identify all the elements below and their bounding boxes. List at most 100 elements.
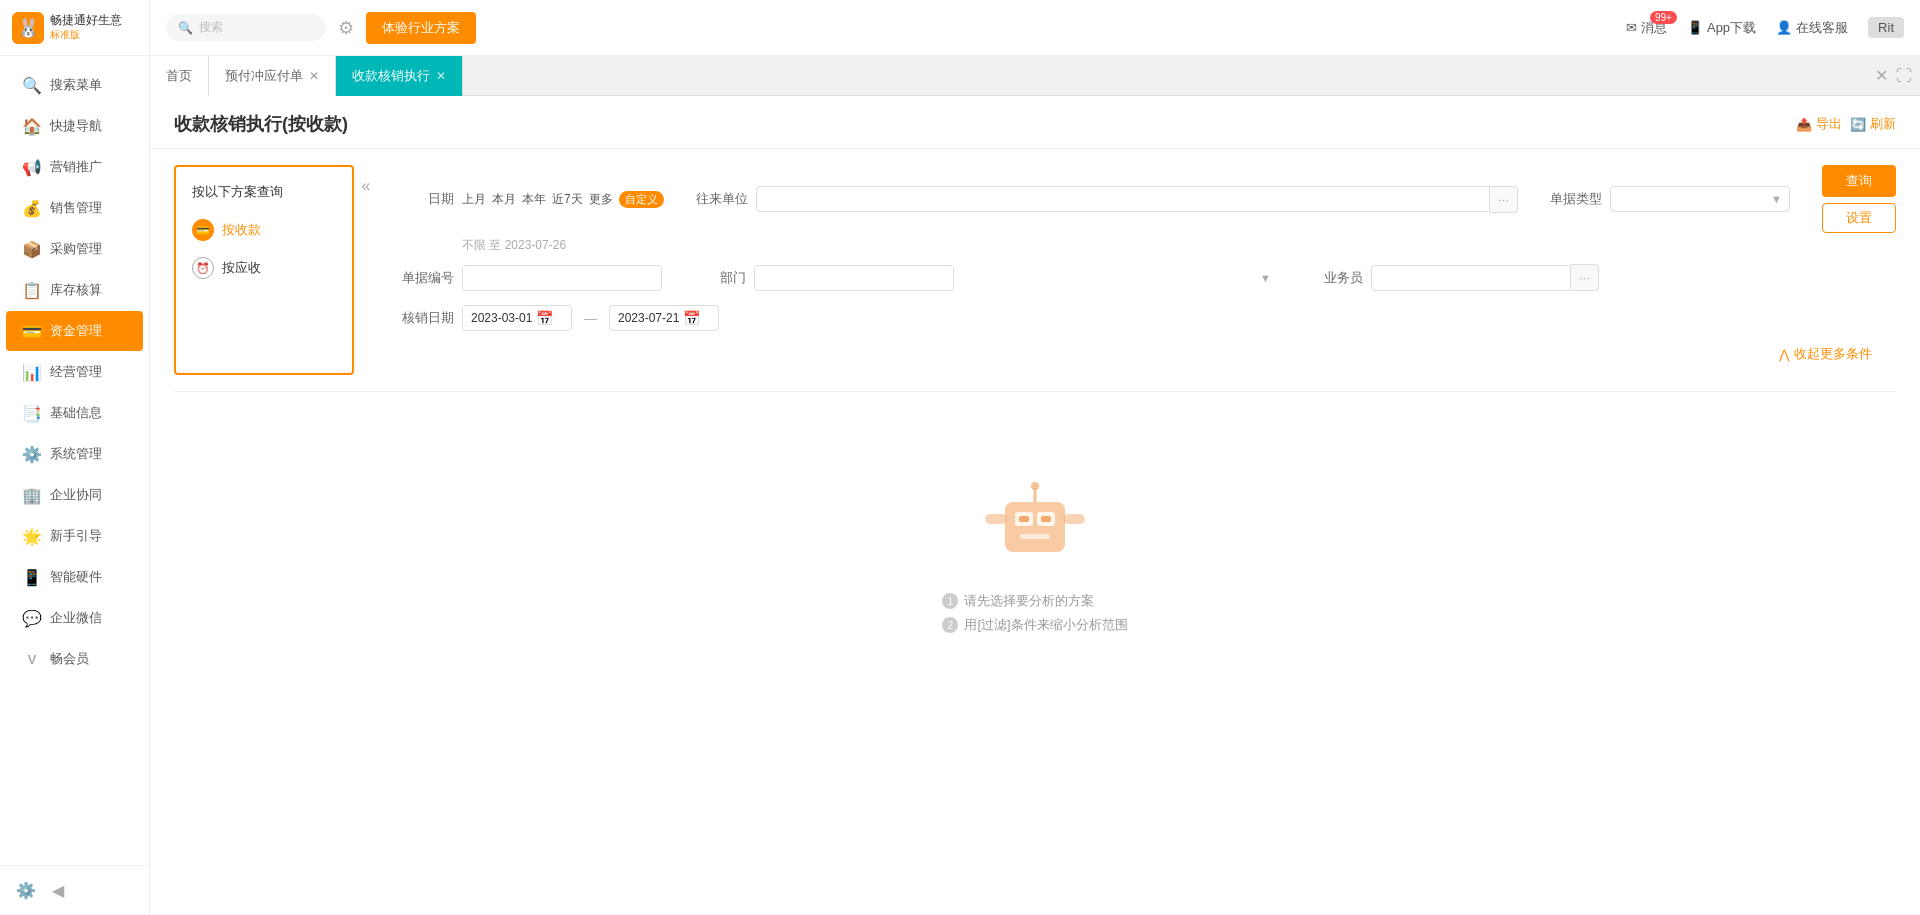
sidebar-item-marketing[interactable]: 📢 营销推广 <box>6 147 143 187</box>
collapse-more-section: ⋀ 收起更多条件 <box>394 345 1896 375</box>
guide-icon: 🌟 <box>22 526 42 546</box>
sidebar-item-system[interactable]: ⚙️ 系统管理 <box>6 434 143 474</box>
svg-rect-0 <box>1005 502 1065 552</box>
header-search-box[interactable]: 🔍 搜索 <box>166 14 326 41</box>
form-row-2: 单据编号 部门 ▼ <box>394 264 1896 291</box>
message-badge: 99+ <box>1650 11 1677 24</box>
date-link-more[interactable]: 更多 <box>589 191 613 208</box>
sidebar-item-inventory[interactable]: 📋 库存核算 <box>6 270 143 310</box>
query-option-by-receivable[interactable]: ⏰ 按应收 <box>176 249 352 287</box>
staff-input[interactable] <box>1371 265 1571 291</box>
user-avatar[interactable]: Rit <box>1868 17 1904 38</box>
online-service-btn[interactable]: 👤 在线客服 <box>1776 19 1848 37</box>
by-receivable-icon: ⏰ <box>192 257 214 279</box>
docno-label: 单据编号 <box>394 269 454 287</box>
collapse-sidebar-icon[interactable]: ◀ <box>52 881 64 900</box>
date-field: 日期 上月 本月 本年 近7天 更多 自定义 <box>394 190 664 208</box>
date-link-7days[interactable]: 近7天 <box>552 191 583 208</box>
collapse-icon: « <box>362 177 371 195</box>
refresh-icon: 🔄 <box>1850 117 1866 132</box>
partner-label: 往来单位 <box>688 190 748 208</box>
svg-rect-4 <box>1041 516 1051 522</box>
logo-name: 畅捷通好生意 <box>50 13 122 29</box>
member-icon: V <box>22 649 42 669</box>
verify-date-start[interactable]: 2023-03-01 📅 <box>462 305 572 331</box>
purchase-icon: 📦 <box>22 239 42 259</box>
tab-close-all-icon[interactable]: ✕ <box>1875 66 1888 85</box>
sidebar-item-member[interactable]: V 畅会员 <box>6 639 143 679</box>
app-download-btn[interactable]: 📱 App下载 <box>1687 19 1756 37</box>
date-link-last-month[interactable]: 上月 <box>462 191 486 208</box>
sidebar-item-guide[interactable]: 🌟 新手引导 <box>6 516 143 556</box>
sidebar-item-hardware[interactable]: 📱 智能硬件 <box>6 557 143 597</box>
query-btn[interactable]: 查询 <box>1822 165 1896 197</box>
sidebar-item-wechat[interactable]: 💬 企业微信 <box>6 598 143 638</box>
sidebar-item-enterprise[interactable]: 🏢 企业协同 <box>6 475 143 515</box>
dept-label: 部门 <box>686 269 746 287</box>
sidebar-item-basic-info[interactable]: 📑 基础信息 <box>6 393 143 433</box>
collapse-more-btn[interactable]: ⋀ 收起更多条件 <box>1779 345 1872 363</box>
export-icon: 📤 <box>1796 117 1812 132</box>
doctype-label: 单据类型 <box>1542 190 1602 208</box>
quick-nav-icon: 🏠 <box>22 116 42 136</box>
page-container: 收款核销执行(按收款) 📤 导出 🔄 刷新 按以下方案查询 <box>150 96 1920 915</box>
collapse-btn[interactable]: « <box>354 165 378 375</box>
setting-btn[interactable]: 设置 <box>1822 203 1896 233</box>
partner-search-btn[interactable]: ··· <box>1490 186 1518 213</box>
svg-point-7 <box>1031 482 1039 490</box>
industry-btn[interactable]: 体验行业方案 <box>366 12 476 44</box>
form-row-3: 核销日期 2023-03-01 📅 — 2023-07-21 📅 <box>394 305 1896 331</box>
sidebar-footer: ⚙️ ◀ <box>0 865 149 915</box>
doctype-select[interactable] <box>1610 186 1790 212</box>
verify-date-label: 核销日期 <box>394 309 454 327</box>
date-link-this-year[interactable]: 本年 <box>522 191 546 208</box>
business-icon: 📊 <box>22 362 42 382</box>
date-custom-badge[interactable]: 自定义 <box>619 191 664 208</box>
tab-prepay[interactable]: 预付冲应付单 ✕ <box>209 56 336 96</box>
logo-sub: 标准版 <box>50 28 122 42</box>
tab-close-prepay[interactable]: ✕ <box>309 69 319 83</box>
sidebar-item-finance[interactable]: 💳 资金管理 <box>6 311 143 351</box>
sidebar-item-search-menu[interactable]: 🔍 搜索菜单 <box>6 65 143 105</box>
verify-date-end[interactable]: 2023-07-21 📅 <box>609 305 719 331</box>
app-logo: 🐰 畅捷通好生意 标准版 <box>0 0 149 56</box>
doctype-field: 单据类型 ▼ <box>1542 186 1790 212</box>
sidebar-item-sales[interactable]: 💰 销售管理 <box>6 188 143 228</box>
partner-field: 往来单位 ··· <box>688 186 1518 213</box>
tab-bar: 首页 预付冲应付单 ✕ 收款核销执行 ✕ ✕ ⛶ <box>150 56 1920 96</box>
tab-fullscreen-icon[interactable]: ⛶ <box>1896 67 1912 85</box>
staff-search-btn[interactable]: ··· <box>1571 264 1599 291</box>
app-icon: 📱 <box>1687 20 1703 35</box>
sidebar-item-purchase[interactable]: 📦 采购管理 <box>6 229 143 269</box>
date-range-separator: — <box>584 311 597 326</box>
logo-icon: 🐰 <box>12 12 44 44</box>
collapse-more-icon: ⋀ <box>1779 347 1790 362</box>
calendar-end-icon[interactable]: 📅 <box>683 310 700 326</box>
date-link-this-month[interactable]: 本月 <box>492 191 516 208</box>
sidebar-item-business[interactable]: 📊 经营管理 <box>6 352 143 392</box>
date-label: 日期 <box>394 190 454 208</box>
sidebar-item-quick-nav[interactable]: 🏠 快捷导航 <box>6 106 143 146</box>
inventory-icon: 📋 <box>22 280 42 300</box>
calendar-start-icon[interactable]: 📅 <box>536 310 553 326</box>
query-option-by-receipt[interactable]: 💳 按收款 <box>176 211 352 249</box>
empty-tip-1: 1 请先选择要分析的方案 <box>942 592 1127 610</box>
system-icon: ⚙️ <box>22 444 42 464</box>
form-row-1: 日期 上月 本月 本年 近7天 更多 自定义 <box>394 165 1896 233</box>
export-btn[interactable]: 📤 导出 <box>1796 115 1842 133</box>
sidebar-nav: 🔍 搜索菜单 🏠 快捷导航 📢 营销推广 💰 销售管理 📦 采购管理 📋 库存核… <box>0 56 149 865</box>
tab-home[interactable]: 首页 <box>150 56 209 96</box>
message-btn[interactable]: ✉ 消息 99+ <box>1626 19 1667 37</box>
docno-input[interactable] <box>462 265 662 291</box>
dept-select[interactable] <box>754 265 954 291</box>
tab-receipt-offset[interactable]: 收款核销执行 ✕ <box>336 56 463 96</box>
refresh-btn[interactable]: 🔄 刷新 <box>1850 115 1896 133</box>
empty-tip-2: 2 用[过滤]条件来缩小分析范围 <box>942 616 1127 634</box>
partner-input[interactable] <box>756 186 1490 212</box>
empty-illustration <box>975 472 1095 572</box>
tab-close-receipt-offset[interactable]: ✕ <box>436 69 446 83</box>
settings-footer-icon[interactable]: ⚙️ <box>16 881 36 900</box>
gear-icon[interactable]: ⚙ <box>338 17 354 39</box>
page-actions: 📤 导出 🔄 刷新 <box>1796 115 1896 133</box>
search-area: 按以下方案查询 💳 按收款 ⏰ 按应收 « <box>150 149 1920 391</box>
